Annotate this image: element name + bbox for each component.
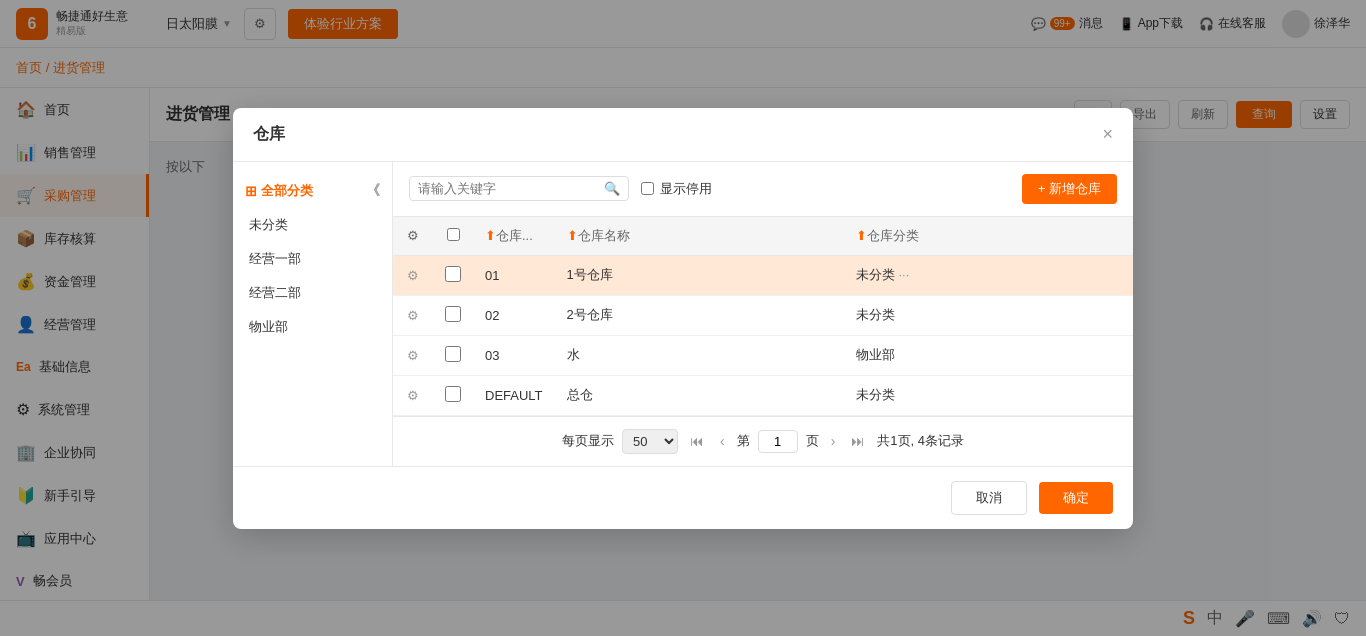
row-check-1[interactable] bbox=[433, 255, 473, 295]
header-row: ⚙ ⬆仓库... ⬆仓库名称 ⬆仓库分类 bbox=[393, 217, 1133, 256]
page-label: 第 bbox=[737, 432, 750, 450]
col-code: ⬆仓库... bbox=[473, 217, 555, 256]
row-cat-4: 未分类 bbox=[844, 375, 1133, 415]
modal-sidebar-item-dept1[interactable]: 经营一部 bbox=[233, 242, 392, 276]
row-code-2: 02 bbox=[473, 295, 555, 335]
table-body: ⚙ 01 1号仓库 未分类 ··· ⚙ 02 2号仓库 bbox=[393, 255, 1133, 415]
add-warehouse-button[interactable]: + 新增仓库 bbox=[1022, 174, 1117, 204]
sort-icon3: ⬆ bbox=[856, 228, 867, 243]
modal-main: 🔍 显示停用 + 新增仓库 ⚙ bbox=[393, 162, 1133, 466]
table-header: ⚙ ⬆仓库... ⬆仓库名称 ⬆仓库分类 bbox=[393, 217, 1133, 256]
next-page-btn[interactable]: › bbox=[827, 431, 840, 451]
row-gear-1[interactable]: ⚙ bbox=[393, 255, 433, 295]
modal-title: 仓库 bbox=[253, 124, 285, 145]
modal-sidebar-header: ⊞ 全部分类 《 bbox=[233, 174, 392, 208]
modal-sidebar-item-uncategorized[interactable]: 未分类 bbox=[233, 208, 392, 242]
cancel-button[interactable]: 取消 bbox=[951, 481, 1027, 515]
modal-table: ⚙ ⬆仓库... ⬆仓库名称 ⬆仓库分类 bbox=[393, 217, 1133, 416]
more-btn-1[interactable]: ··· bbox=[898, 267, 909, 282]
warehouse-modal: 仓库 × ⊞ 全部分类 《 未分类 经营一部 经营二部 物业部 bbox=[233, 108, 1133, 529]
sort-icon2: ⬆ bbox=[567, 228, 578, 243]
prev-page-btn[interactable]: ‹ bbox=[716, 431, 729, 451]
modal-sidebar-item-dept2[interactable]: 经营二部 bbox=[233, 276, 392, 310]
col-name: ⬆仓库名称 bbox=[555, 217, 844, 256]
sort-icon: ⬆ bbox=[485, 228, 496, 243]
col-checkbox bbox=[433, 217, 473, 256]
modal-header: 仓库 × bbox=[233, 108, 1133, 162]
first-page-btn[interactable]: ⏮ bbox=[686, 431, 708, 451]
collapse-icon[interactable]: 《 bbox=[366, 182, 380, 200]
search-input[interactable] bbox=[418, 181, 604, 196]
table-row[interactable]: ⚙ 03 水 物业部 bbox=[393, 335, 1133, 375]
show-disabled-label: 显示停用 bbox=[660, 180, 712, 198]
show-disabled-checkbox[interactable]: 显示停用 bbox=[641, 180, 712, 198]
row-check-2[interactable] bbox=[433, 295, 473, 335]
col-settings: ⚙ bbox=[393, 217, 433, 256]
row-name-1: 1号仓库 bbox=[555, 255, 844, 295]
modal-sidebar: ⊞ 全部分类 《 未分类 经营一部 经营二部 物业部 bbox=[233, 162, 393, 466]
pagination: 每页显示 50 100 ⏮ ‹ 第 页 › ⏭ 共1页, 4条记录 bbox=[393, 416, 1133, 466]
row-cat-2: 未分类 bbox=[844, 295, 1133, 335]
row-gear-4[interactable]: ⚙ bbox=[393, 375, 433, 415]
modal-body: ⊞ 全部分类 《 未分类 经营一部 经营二部 物业部 🔍 bbox=[233, 162, 1133, 466]
table-row[interactable]: ⚙ DEFAULT 总仓 未分类 bbox=[393, 375, 1133, 415]
row-cat-1: 未分类 ··· bbox=[844, 255, 1133, 295]
search-box: 🔍 bbox=[409, 176, 629, 201]
show-disabled-input[interactable] bbox=[641, 182, 654, 195]
grid-icon: ⊞ bbox=[245, 183, 257, 199]
modal-close-button[interactable]: × bbox=[1102, 124, 1113, 145]
select-all-checkbox[interactable] bbox=[447, 228, 460, 241]
search-icon[interactable]: 🔍 bbox=[604, 181, 620, 196]
row-name-4: 总仓 bbox=[555, 375, 844, 415]
row-code-3: 03 bbox=[473, 335, 555, 375]
row-name-2: 2号仓库 bbox=[555, 295, 844, 335]
row-check-4[interactable] bbox=[433, 375, 473, 415]
row-gear-3[interactable]: ⚙ bbox=[393, 335, 433, 375]
modal-footer: 取消 确定 bbox=[233, 466, 1133, 529]
col-category: ⬆仓库分类 bbox=[844, 217, 1133, 256]
row-code-1: 01 bbox=[473, 255, 555, 295]
modal-sidebar-item-property[interactable]: 物业部 bbox=[233, 310, 392, 344]
row-gear-2[interactable]: ⚙ bbox=[393, 295, 433, 335]
per-page-select[interactable]: 50 100 bbox=[622, 429, 678, 454]
total-label: 共1页, 4条记录 bbox=[877, 432, 964, 450]
table-row[interactable]: ⚙ 01 1号仓库 未分类 ··· bbox=[393, 255, 1133, 295]
confirm-button[interactable]: 确定 bbox=[1039, 482, 1113, 514]
per-page-label: 每页显示 bbox=[562, 432, 614, 450]
row-name-3: 水 bbox=[555, 335, 844, 375]
row-cat-3: 物业部 bbox=[844, 335, 1133, 375]
table-row[interactable]: ⚙ 02 2号仓库 未分类 bbox=[393, 295, 1133, 335]
all-category-label[interactable]: 全部分类 bbox=[261, 182, 313, 200]
page-input[interactable] bbox=[758, 430, 798, 453]
row-code-4: DEFAULT bbox=[473, 375, 555, 415]
page-unit: 页 bbox=[806, 432, 819, 450]
row-check-3[interactable] bbox=[433, 335, 473, 375]
last-page-btn[interactable]: ⏭ bbox=[847, 431, 869, 451]
warehouse-table: ⚙ ⬆仓库... ⬆仓库名称 ⬆仓库分类 bbox=[393, 217, 1133, 416]
modal-toolbar: 🔍 显示停用 + 新增仓库 bbox=[393, 162, 1133, 217]
modal-overlay: 仓库 × ⊞ 全部分类 《 未分类 经营一部 经营二部 物业部 bbox=[0, 0, 1366, 636]
